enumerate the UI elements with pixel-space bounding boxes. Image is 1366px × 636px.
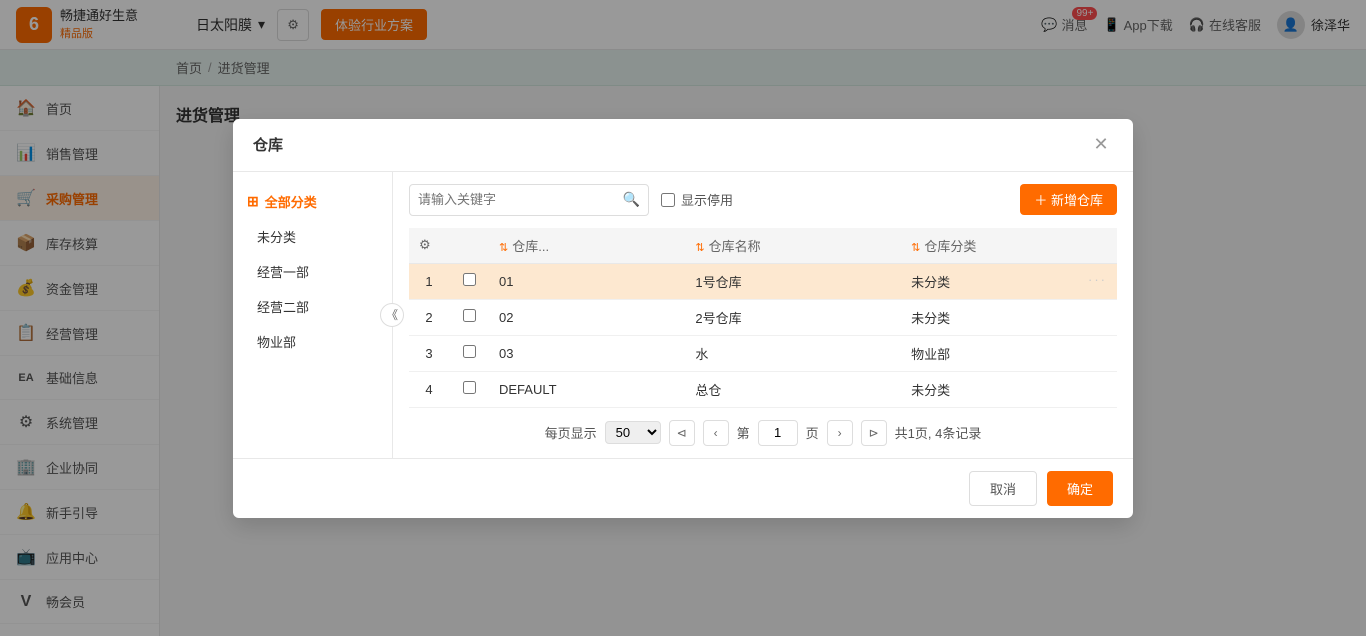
page-last-btn[interactable]: ⊳ <box>861 420 887 446</box>
row-no: 3 <box>409 335 449 371</box>
row-no: 4 <box>409 371 449 407</box>
row-code: 02 <box>489 299 685 335</box>
row-category: 未分类 <box>901 299 1117 335</box>
modal-header: 仓库 ✕ <box>233 119 1133 172</box>
pagination-row: 每页显示 50 20 100 ⊲ ‹ 第 页 › ⊳ 共1页, 4条记录 <box>409 420 1117 446</box>
category-all[interactable]: ⊞ 全部分类 <box>233 184 392 219</box>
category-item-unclassified[interactable]: 未分类 <box>233 219 392 254</box>
modal-body: ⊞ 全部分类 未分类 经营一部 经营二部 物业部 《 🔍 <box>233 172 1133 458</box>
sort-icon: ⇅ <box>911 242 920 254</box>
confirm-button[interactable]: 确定 <box>1047 471 1113 506</box>
cancel-button[interactable]: 取消 <box>969 471 1037 506</box>
show-disabled-checkbox[interactable] <box>661 193 675 207</box>
page-size-select[interactable]: 50 20 100 <box>605 421 661 444</box>
row-name: 1号仓库 <box>685 263 901 299</box>
th-checkbox <box>449 228 489 264</box>
show-disabled-label[interactable]: 显示停用 <box>661 190 733 209</box>
row-checkbox[interactable] <box>463 273 476 286</box>
row-checkbox[interactable] <box>463 309 476 322</box>
category-item-ops2[interactable]: 经营二部 <box>233 289 392 324</box>
row-category: 物业部 <box>901 335 1117 371</box>
search-box: 🔍 <box>409 184 649 216</box>
table-body: 1 01 1号仓库 未分类 ··· 2 02 2号仓库 <box>409 263 1117 407</box>
table-header-row: ⚙ ⇅仓库... ⇅仓库名称 ⇅仓库分类 <box>409 228 1117 264</box>
table-panel: 🔍 显示停用 ＋ 新增仓库 ⚙ <box>393 172 1133 458</box>
table-container: ⚙ ⇅仓库... ⇅仓库名称 ⇅仓库分类 <box>409 228 1117 408</box>
row-code: DEFAULT <box>489 371 685 407</box>
row-no: 2 <box>409 299 449 335</box>
row-category: 未分类 <box>901 371 1117 407</box>
add-warehouse-button[interactable]: ＋ 新增仓库 <box>1020 184 1117 215</box>
search-input[interactable] <box>418 192 623 207</box>
table-row[interactable]: 1 01 1号仓库 未分类 ··· <box>409 263 1117 299</box>
modal-footer: 取消 确定 <box>233 458 1133 518</box>
search-icon[interactable]: 🔍 <box>623 191 640 208</box>
page-prev-btn[interactable]: ‹ <box>703 420 729 446</box>
row-checkbox[interactable] <box>463 345 476 358</box>
row-checkbox[interactable] <box>463 381 476 394</box>
category-item-ops1[interactable]: 经营一部 <box>233 254 392 289</box>
category-panel: ⊞ 全部分类 未分类 经营一部 经营二部 物业部 《 <box>233 172 393 458</box>
row-no: 1 <box>409 263 449 299</box>
category-collapse-btn[interactable]: 《 <box>380 303 404 327</box>
modal-close-button[interactable]: ✕ <box>1089 133 1113 157</box>
page-number-input[interactable] <box>758 420 798 446</box>
sort-icon: ⇅ <box>499 242 508 254</box>
th-code: ⇅仓库... <box>489 228 685 264</box>
warehouse-table: ⚙ ⇅仓库... ⇅仓库名称 ⇅仓库分类 <box>409 228 1117 408</box>
toolbar-row: 🔍 显示停用 ＋ 新增仓库 <box>409 184 1117 216</box>
th-settings: ⚙ <box>409 228 449 264</box>
th-category: ⇅仓库分类 <box>901 228 1117 264</box>
category-item-property[interactable]: 物业部 <box>233 324 392 359</box>
warehouse-modal: 仓库 ✕ ⊞ 全部分类 未分类 经营一部 经营二部 物业部 《 <box>233 119 1133 518</box>
page-first-btn[interactable]: ⊲ <box>669 420 695 446</box>
sort-icon: ⇅ <box>695 242 704 254</box>
row-more-icon[interactable]: ··· <box>1088 272 1107 287</box>
row-code: 03 <box>489 335 685 371</box>
row-name: 水 <box>685 335 901 371</box>
modal-overlay: 仓库 ✕ ⊞ 全部分类 未分类 经营一部 经营二部 物业部 《 <box>0 0 1366 636</box>
table-row[interactable]: 4 DEFAULT 总仓 未分类 <box>409 371 1117 407</box>
row-category: 未分类 ··· <box>901 263 1117 299</box>
page-next-btn[interactable]: › <box>827 420 853 446</box>
table-row[interactable]: 3 03 水 物业部 <box>409 335 1117 371</box>
row-name: 2号仓库 <box>685 299 901 335</box>
row-name: 总仓 <box>685 371 901 407</box>
grid-icon: ⊞ <box>247 193 259 210</box>
row-code: 01 <box>489 263 685 299</box>
modal-title: 仓库 <box>253 134 283 155</box>
table-row[interactable]: 2 02 2号仓库 未分类 <box>409 299 1117 335</box>
table-head: ⚙ ⇅仓库... ⇅仓库名称 ⇅仓库分类 <box>409 228 1117 264</box>
th-name: ⇅仓库名称 <box>685 228 901 264</box>
